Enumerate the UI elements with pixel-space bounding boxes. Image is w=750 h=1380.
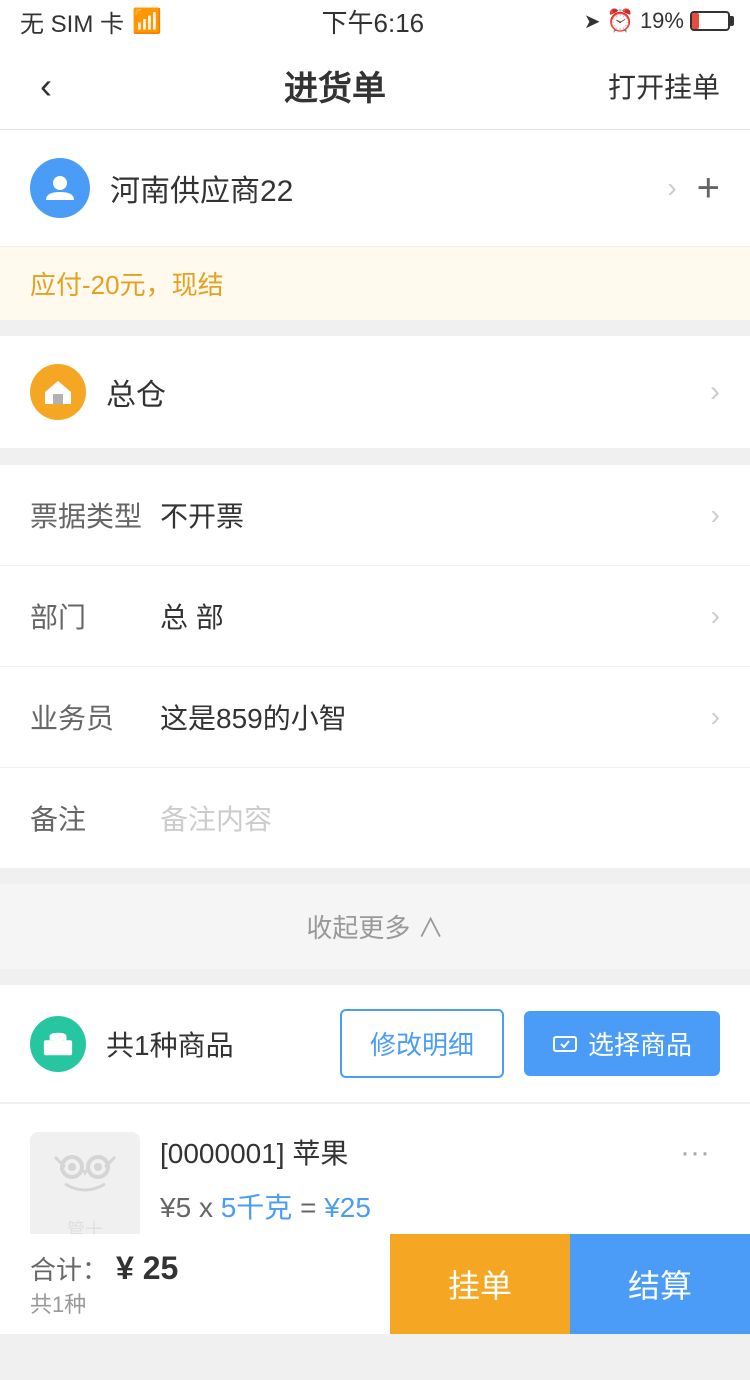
product-unit-price: ¥5 xyxy=(160,1192,191,1223)
invoice-type-label: 票据类型 xyxy=(30,495,160,535)
department-value: 总 部 xyxy=(160,596,711,636)
collapse-row[interactable]: 收起更多 ∧ xyxy=(0,884,750,969)
alarm-icon: ⏰ xyxy=(607,8,634,34)
divider xyxy=(0,320,750,336)
battery-text: 19% xyxy=(640,8,684,34)
salesperson-label: 业务员 xyxy=(30,697,160,737)
supplier-name: 河南供应商22 xyxy=(110,166,667,210)
supplier-row[interactable]: 河南供应商22 › + xyxy=(0,130,750,247)
warehouse-chevron-icon: › xyxy=(710,375,720,409)
product-more-button[interactable]: ··· xyxy=(670,1132,720,1242)
total-section: 合计： ¥ 25 共1种 xyxy=(0,1234,390,1334)
status-right: ➤ ⏰ 19% xyxy=(584,8,730,34)
page-title: 进货单 xyxy=(284,61,386,110)
nav-bar: ‹ 进货单 打开挂单 xyxy=(0,42,750,130)
remark-input[interactable]: 备注内容 xyxy=(160,798,720,838)
price-multiply: x xyxy=(199,1192,221,1223)
salesperson-value: 这是859的小智 xyxy=(160,697,711,737)
battery-fill xyxy=(692,13,699,29)
wifi-icon: 📶 xyxy=(132,7,162,36)
warehouse-row[interactable]: 总仓 › xyxy=(0,336,750,449)
checkout-button[interactable]: 结算 xyxy=(570,1234,750,1334)
product-total: ¥25 xyxy=(324,1192,371,1223)
warehouse-card: 总仓 › xyxy=(0,336,750,449)
divider2 xyxy=(0,969,750,985)
salesperson-chevron-icon: › xyxy=(711,701,720,733)
department-chevron-icon: › xyxy=(711,600,720,632)
status-time: 下午6:16 xyxy=(322,3,425,40)
gps-icon: ➤ xyxy=(584,9,601,34)
warehouse-icon xyxy=(30,364,86,420)
product-price: ¥5 x 5千克 = ¥25 xyxy=(160,1186,650,1226)
products-header: 共1种商品 修改明细 选择商品 xyxy=(0,985,750,1102)
product-quantity: 5千克 xyxy=(221,1192,293,1223)
products-icon xyxy=(30,1016,86,1072)
add-button[interactable]: + xyxy=(697,166,720,211)
product-name: [0000001] 苹果 xyxy=(160,1132,650,1172)
status-left: 无 SIM 卡 📶 xyxy=(20,4,162,39)
product-title: 苹果 xyxy=(292,1138,348,1169)
supplier-card: 河南供应商22 › + 应付-20元，现结 xyxy=(0,130,750,320)
products-count: 共1种商品 xyxy=(106,1024,320,1064)
battery-icon xyxy=(690,11,730,31)
content-area: 河南供应商22 › + 应付-20元，现结 总仓 › 票据类型 不开票 › xyxy=(0,130,750,1380)
select-product-button[interactable]: 选择商品 xyxy=(524,1011,720,1076)
bottom-bar: 合计： ¥ 25 共1种 挂单 结算 xyxy=(0,1234,750,1334)
salesperson-row[interactable]: 业务员 这是859的小智 › xyxy=(0,667,750,768)
total-label: 合计： ¥ 25 xyxy=(30,1250,360,1287)
warehouse-name: 总仓 xyxy=(106,370,710,414)
supplier-avatar xyxy=(30,158,90,218)
select-product-label: 选择商品 xyxy=(588,1025,692,1062)
back-button[interactable]: ‹ xyxy=(30,55,62,117)
price-equals: = xyxy=(300,1192,324,1223)
form-card: 票据类型 不开票 › 部门 总 部 › 业务员 这是859的小智 › 备注 备注… xyxy=(0,465,750,868)
product-thumbnail: 管十 xyxy=(30,1132,140,1242)
product-thumb-inner: 管十 xyxy=(30,1132,140,1242)
invoice-type-chevron-icon: › xyxy=(711,499,720,531)
status-bar: 无 SIM 卡 📶 下午6:16 ➤ ⏰ 19% xyxy=(0,0,750,42)
invoice-type-row[interactable]: 票据类型 不开票 › xyxy=(0,465,750,566)
product-info: [0000001] 苹果 ¥5 x 5千克 = ¥25 xyxy=(160,1132,650,1242)
carrier-text: 无 SIM 卡 xyxy=(20,4,124,39)
edit-details-button[interactable]: 修改明细 xyxy=(340,1009,504,1078)
total-count: 共1种 xyxy=(30,1287,360,1319)
hang-button[interactable]: 挂单 xyxy=(390,1234,570,1334)
open-hang-button[interactable]: 打开挂单 xyxy=(608,66,720,106)
total-text: 合计： xyxy=(30,1250,108,1287)
product-code: [0000001] xyxy=(160,1138,285,1169)
info-banner: 应付-20元，现结 xyxy=(0,247,750,320)
remark-row[interactable]: 备注 备注内容 xyxy=(0,768,750,868)
supplier-chevron-icon: › xyxy=(667,172,676,204)
department-label: 部门 xyxy=(30,596,160,636)
remark-label: 备注 xyxy=(30,798,160,838)
department-row[interactable]: 部门 总 部 › xyxy=(0,566,750,667)
invoice-type-value: 不开票 xyxy=(160,495,711,535)
total-amount: ¥ 25 xyxy=(116,1250,178,1287)
